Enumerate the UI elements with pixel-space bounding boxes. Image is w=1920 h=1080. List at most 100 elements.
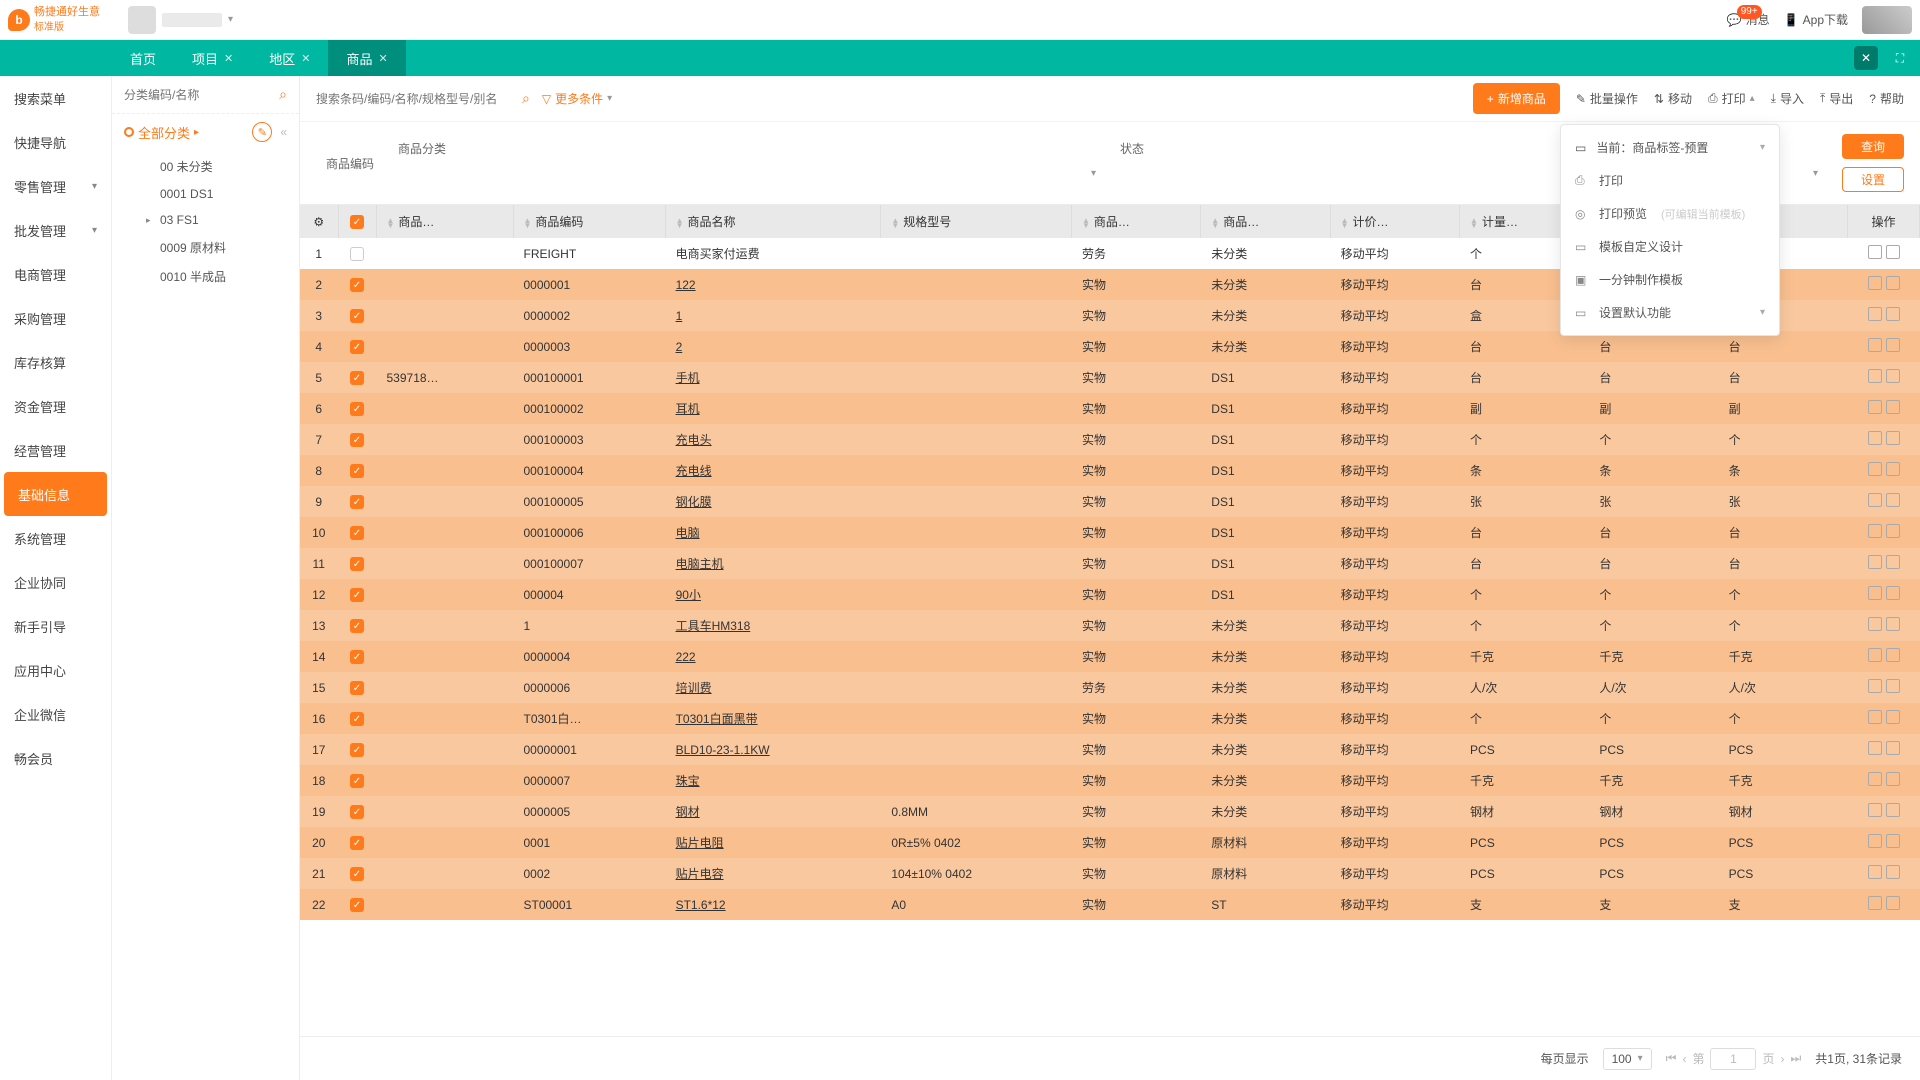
product-name-link[interactable]: 培训费 <box>676 681 712 695</box>
tree-item[interactable]: 0010 半成品 <box>140 262 299 291</box>
dropdown-template-custom[interactable]: ▭ 模板自定义设计 <box>1561 230 1779 263</box>
sidebar-item-畅会员[interactable]: 畅会员 <box>0 736 111 780</box>
close-icon[interactable]: ✕ <box>301 52 310 65</box>
edit-row-icon[interactable] <box>1868 586 1882 600</box>
sort-icon[interactable]: ▲▼ <box>1470 218 1478 228</box>
move-button[interactable]: ⇅移动 <box>1654 90 1692 107</box>
table-row[interactable]: 15✓0000006培训费劳务未分类移动平均人/次人/次人/次 <box>300 672 1920 703</box>
settings-button[interactable]: 设置 <box>1842 167 1904 192</box>
dropdown-set-default[interactable]: ▭ 设置默认功能 ▾ <box>1561 296 1779 329</box>
product-name-link[interactable]: 电脑主机 <box>676 557 724 571</box>
select-all-checkbox[interactable]: ✓ <box>350 215 364 229</box>
sidebar-item-企业协同[interactable]: 企业协同 <box>0 560 111 604</box>
column-header[interactable]: ▲▼计价… <box>1330 205 1459 238</box>
tree-search-input[interactable] <box>124 88 279 102</box>
product-name-link[interactable]: BLD10-23-1.1KW <box>676 743 770 757</box>
sort-icon[interactable]: ▲▼ <box>1341 218 1349 228</box>
more-row-icon[interactable] <box>1886 276 1900 290</box>
row-checkbox[interactable]: ✓ <box>350 774 364 788</box>
row-checkbox[interactable]: ✓ <box>350 557 364 571</box>
more-row-icon[interactable] <box>1886 834 1900 848</box>
next-page-icon[interactable]: › <box>1780 1052 1784 1066</box>
product-name-link[interactable]: 充电头 <box>676 433 712 447</box>
sidebar-item-基础信息[interactable]: 基础信息 <box>4 472 107 516</box>
edit-row-icon[interactable] <box>1868 245 1882 259</box>
sidebar-item-经营管理[interactable]: 经营管理 <box>0 428 111 472</box>
edit-row-icon[interactable] <box>1868 307 1882 321</box>
tab-地区[interactable]: 地区✕ <box>251 40 328 76</box>
edit-row-icon[interactable] <box>1868 834 1882 848</box>
sidebar-item-批发管理[interactable]: 批发管理▾ <box>0 208 111 252</box>
row-checkbox[interactable]: ✓ <box>350 619 364 633</box>
last-page-icon[interactable]: ⏭ <box>1790 1051 1801 1066</box>
row-checkbox[interactable]: ✓ <box>350 836 364 850</box>
more-row-icon[interactable] <box>1886 431 1900 445</box>
table-row[interactable]: 19✓0000005钢材0.8MM实物未分类移动平均钢材钢材钢材 <box>300 796 1920 827</box>
table-row[interactable]: 9✓000100005钢化膜实物DS1移动平均张张张 <box>300 486 1920 517</box>
product-name-link[interactable]: 钢材 <box>676 805 700 819</box>
edit-row-icon[interactable] <box>1868 555 1882 569</box>
collapse-panel-icon[interactable]: « <box>280 125 287 139</box>
edit-row-icon[interactable] <box>1868 896 1882 910</box>
row-checkbox[interactable]: ✓ <box>350 495 364 509</box>
more-row-icon[interactable] <box>1886 462 1900 476</box>
product-name-link[interactable]: 钢化膜 <box>676 495 712 509</box>
edit-row-icon[interactable] <box>1868 338 1882 352</box>
row-checkbox[interactable]: ✓ <box>350 309 364 323</box>
edit-row-icon[interactable] <box>1868 493 1882 507</box>
more-filter-button[interactable]: ▽ 更多条件 ▾ <box>542 90 612 107</box>
column-header[interactable]: ⚙ <box>300 205 338 238</box>
sidebar-item-新手引导[interactable]: 新手引导 <box>0 604 111 648</box>
gear-icon[interactable]: ⚙ <box>313 215 324 229</box>
more-row-icon[interactable] <box>1886 741 1900 755</box>
table-row[interactable]: 16✓T0301白…T0301白面黑带实物未分类移动平均个个个 <box>300 703 1920 734</box>
sort-icon[interactable]: ▲▼ <box>676 218 684 228</box>
more-row-icon[interactable] <box>1886 586 1900 600</box>
edit-row-icon[interactable] <box>1868 803 1882 817</box>
row-checkbox[interactable]: ✓ <box>350 650 364 664</box>
column-header[interactable]: ▲▼商品… <box>1201 205 1330 238</box>
tab-商品[interactable]: 商品✕ <box>328 40 405 76</box>
table-row[interactable]: 14✓0000004222实物未分类移动平均千克千克千克 <box>300 641 1920 672</box>
more-row-icon[interactable] <box>1886 307 1900 321</box>
edit-row-icon[interactable] <box>1868 524 1882 538</box>
user-avatar[interactable] <box>1862 6 1912 34</box>
edit-row-icon[interactable] <box>1868 710 1882 724</box>
edit-row-icon[interactable] <box>1868 648 1882 662</box>
more-row-icon[interactable] <box>1886 245 1900 259</box>
edit-row-icon[interactable] <box>1868 276 1882 290</box>
table-row[interactable]: 17✓00000001BLD10-23-1.1KW实物未分类移动平均PCSPCS… <box>300 734 1920 765</box>
row-checkbox[interactable]: ✓ <box>350 743 364 757</box>
column-header[interactable]: ▲▼商品编码 <box>513 205 665 238</box>
table-row[interactable]: 22✓ST00001ST1.6*12A0实物ST移动平均支支支 <box>300 889 1920 920</box>
product-name-link[interactable]: 贴片电容 <box>676 867 724 881</box>
more-row-icon[interactable] <box>1886 710 1900 724</box>
sidebar-item-搜索菜单[interactable]: 搜索菜单 <box>0 76 111 120</box>
table-row[interactable]: 8✓000100004充电线实物DS1移动平均条条条 <box>300 455 1920 486</box>
product-name-link[interactable]: ST1.6*12 <box>676 898 726 912</box>
product-name-link[interactable]: 工具车HM318 <box>676 619 751 633</box>
product-name-link[interactable]: 电脑 <box>676 526 700 540</box>
tab-项目[interactable]: 项目✕ <box>174 40 251 76</box>
dropdown-print-preview[interactable]: ◎ 打印预览 (可编辑当前模板) <box>1561 197 1779 230</box>
add-product-button[interactable]: + 新增商品 <box>1473 83 1560 114</box>
product-name-link[interactable]: 耳机 <box>676 402 700 416</box>
tree-all-categories[interactable]: 全部分类 ▸ <box>124 123 199 142</box>
table-row[interactable]: 21✓0002贴片电容104±10% 0402实物原材料移动平均PCSPCSPC… <box>300 858 1920 889</box>
row-checkbox[interactable]: ✓ <box>350 526 364 540</box>
column-header[interactable]: ▲▼商品… <box>1072 205 1201 238</box>
product-name-link[interactable]: 122 <box>676 278 696 292</box>
search-icon[interactable]: ⌕ <box>279 86 287 103</box>
product-name-link[interactable]: 2 <box>676 340 683 354</box>
export-button[interactable]: ⤒导出 <box>1820 90 1853 107</box>
table-row[interactable]: 7✓000100003充电头实物DS1移动平均个个个 <box>300 424 1920 455</box>
edit-row-icon[interactable] <box>1868 617 1882 631</box>
product-name-link[interactable]: 贴片电阻 <box>676 836 724 850</box>
more-row-icon[interactable] <box>1886 803 1900 817</box>
close-icon[interactable]: ✕ <box>224 52 233 65</box>
sidebar-item-企业微信[interactable]: 企业微信 <box>0 692 111 736</box>
row-checkbox[interactable]: ✓ <box>350 340 364 354</box>
sort-icon[interactable]: ▲▼ <box>891 218 899 228</box>
sort-icon[interactable]: ▲▼ <box>387 218 395 228</box>
column-header[interactable]: ▲▼规格型号 <box>881 205 1072 238</box>
